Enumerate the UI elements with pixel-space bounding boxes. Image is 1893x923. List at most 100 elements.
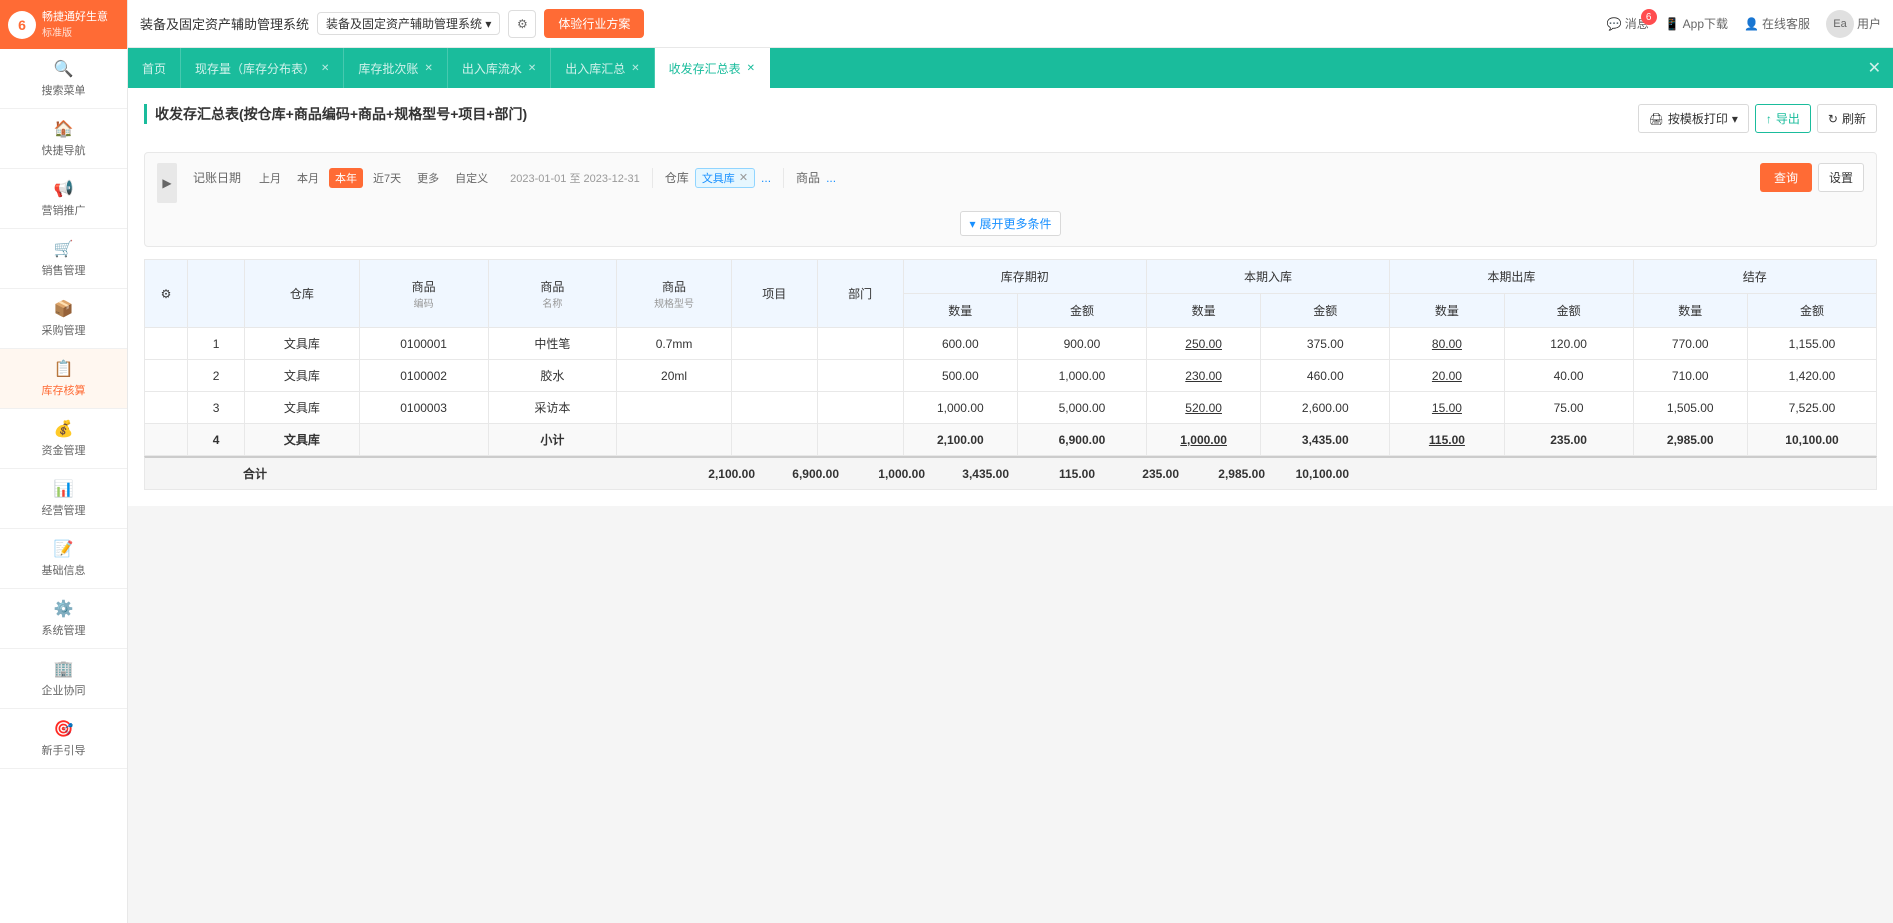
row-num-cell: 3 — [187, 392, 244, 424]
total-label: 合计 — [215, 465, 295, 482]
col-name-header: 商品名称 — [488, 260, 617, 328]
total-opening-amt: 6,900.00 — [755, 467, 845, 481]
sidebar-item-basic[interactable]: 📝 基础信息 — [0, 529, 127, 589]
row-out-qty-cell[interactable]: 15.00 — [1390, 392, 1505, 424]
row-balance-amt-cell: 7,525.00 — [1748, 392, 1877, 424]
date-filter-label: 记账日期 — [193, 169, 241, 186]
row-in-qty-cell[interactable]: 1,000.00 — [1146, 424, 1261, 456]
expand-more-button[interactable]: ▾ 展开更多条件 — [960, 211, 1060, 236]
row-balance-qty-cell: 2,985.00 — [1633, 424, 1748, 456]
tab-receipt-summary[interactable]: 收发存汇总表 ✕ — [655, 48, 770, 88]
basic-icon: 📝 — [54, 539, 74, 559]
row-name-cell: 中性笔 — [488, 328, 617, 360]
row-num-cell: 4 — [187, 424, 244, 456]
date-btn-7days[interactable]: 近7天 — [367, 168, 407, 188]
column-settings-button[interactable]: 设置 — [1818, 163, 1864, 192]
row-opening-qty-cell: 1,000.00 — [903, 392, 1018, 424]
col-out-qty-header: 数量 — [1390, 294, 1505, 328]
row-code-cell: 0100002 — [359, 360, 488, 392]
date-btn-custom[interactable]: 自定义 — [449, 168, 494, 188]
table-row: 3 文具库 0100003 采访本 1,000.00 5,000.00 520.… — [145, 392, 1877, 424]
sidebar-item-inventory[interactable]: 📋 库存核算 — [0, 349, 127, 409]
sidebar-item-system[interactable]: ⚙️ 系统管理 — [0, 589, 127, 649]
col-in-qty-header: 数量 — [1146, 294, 1261, 328]
warehouse-more[interactable]: ... — [761, 171, 771, 185]
print-template-button[interactable]: 🖨 按模板打印 ▾ — [1638, 104, 1749, 133]
goods-label: 商品 — [796, 169, 820, 186]
system-selector[interactable]: 装备及固定资产辅助管理系统 ▾ — [317, 12, 500, 35]
date-range: 2023-01-01 至 2023-12-31 — [510, 170, 640, 186]
sidebar-item-sales[interactable]: 🛒 销售管理 — [0, 229, 127, 289]
tab-flow[interactable]: 出入库流水 ✕ — [448, 48, 551, 88]
tab-summary[interactable]: 出入库汇总 ✕ — [551, 48, 654, 88]
tab-close-icon[interactable]: ✕ — [321, 63, 329, 74]
user-label: 用户 — [1857, 15, 1881, 32]
trial-button[interactable]: 体验行业方案 — [544, 9, 644, 38]
row-balance-amt-cell: 1,155.00 — [1748, 328, 1877, 360]
row-settings-cell — [145, 328, 188, 360]
page-content: 收发存汇总表(按仓库+商品编码+商品+规格型号+项目+部门) 🖨 按模板打印 ▾… — [128, 88, 1893, 506]
warehouse-value: 文具库 — [702, 170, 735, 186]
date-btn-this-year[interactable]: 本年 — [329, 168, 363, 188]
online-service-action[interactable]: 👤 在线客服 — [1744, 15, 1810, 32]
sidebar-item-guide[interactable]: 🎯 新手引导 — [0, 709, 127, 769]
purchase-icon: 📦 — [54, 299, 74, 319]
warehouse-tag: 文具库 ✕ — [695, 168, 755, 188]
row-in-qty-cell[interactable]: 520.00 — [1146, 392, 1261, 424]
goods-more[interactable]: ... — [826, 171, 836, 185]
tab-bar-close-button[interactable]: ✕ — [1856, 58, 1893, 78]
row-code-cell — [359, 424, 488, 456]
tab-close-icon[interactable]: ✕ — [631, 63, 639, 74]
row-out-qty-cell[interactable]: 20.00 — [1390, 360, 1505, 392]
sidebar-item-quick-nav[interactable]: 🏠 快捷导航 — [0, 109, 127, 169]
date-btn-more[interactable]: 更多 — [411, 168, 445, 188]
sidebar-item-business[interactable]: 📊 经营管理 — [0, 469, 127, 529]
row-code-cell: 0100003 — [359, 392, 488, 424]
header-left: 装备及固定资产辅助管理系统 装备及固定资产辅助管理系统 ▾ ⚙ 体验行业方案 — [140, 9, 644, 38]
app-download-action[interactable]: 📱 App下载 — [1665, 15, 1728, 32]
col-spec-header: 商品规格型号 — [617, 260, 732, 328]
header-right: 💬 消息 6 📱 App下载 👤 在线客服 Ea 用户 — [1607, 10, 1881, 38]
row-balance-qty-cell: 710.00 — [1633, 360, 1748, 392]
brand-sub: 标准版 — [42, 24, 108, 39]
row-dept-cell — [817, 328, 903, 360]
sidebar-item-marketing[interactable]: 📢 营销推广 — [0, 169, 127, 229]
row-in-qty-cell[interactable]: 230.00 — [1146, 360, 1261, 392]
col-num-header — [187, 260, 244, 328]
date-btn-this-month[interactable]: 本月 — [291, 168, 325, 188]
settings-gear-button[interactable]: ⚙ — [508, 10, 536, 38]
row-out-qty-cell[interactable]: 80.00 — [1390, 328, 1505, 360]
tab-close-icon[interactable]: ✕ — [747, 63, 755, 74]
export-button[interactable]: ↑ 导出 — [1755, 104, 1811, 133]
tab-home[interactable]: 首页 — [128, 48, 181, 88]
tab-close-icon[interactable]: ✕ — [424, 63, 432, 74]
filter-toggle-button[interactable]: ▶ — [157, 163, 177, 203]
refresh-button[interactable]: ↻ 刷新 — [1817, 104, 1877, 133]
tab-inventory-dist[interactable]: 现存量（库存分布表） ✕ — [181, 48, 344, 88]
data-table: ⚙ 仓库 商品编码 商品名称 商品规格型号 项目 部门 库存期初 本期入库 — [144, 259, 1877, 456]
sidebar-item-label: 销售管理 — [42, 262, 86, 278]
sidebar-item-enterprise[interactable]: 🏢 企业协同 — [0, 649, 127, 709]
table-row: 2 文具库 0100002 胶水 20ml 500.00 1,000.00 23… — [145, 360, 1877, 392]
message-action[interactable]: 💬 消息 6 — [1607, 15, 1649, 32]
tab-close-icon[interactable]: ✕ — [528, 63, 536, 74]
warehouse-tag-close[interactable]: ✕ — [739, 171, 748, 184]
query-button[interactable]: 查询 — [1760, 163, 1812, 192]
row-num-cell: 1 — [187, 328, 244, 360]
sidebar: 6 畅捷通好生意 标准版 🔍 搜索菜单 🏠 快捷导航 📢 营销推广 🛒 — [0, 0, 128, 923]
sidebar-item-purchase[interactable]: 📦 采购管理 — [0, 289, 127, 349]
sidebar-item-search[interactable]: 🔍 搜索菜单 — [0, 49, 127, 109]
col-opening-qty-header: 数量 — [903, 294, 1018, 328]
total-balance-qty: 2,985.00 — [1185, 467, 1265, 481]
date-btn-last-month[interactable]: 上月 — [253, 168, 287, 188]
row-in-qty-cell[interactable]: 250.00 — [1146, 328, 1261, 360]
filter-area: ▶ 记账日期 上月 本月 本年 近7天 更多 自定义 — [144, 152, 1877, 247]
sidebar-item-label: 采购管理 — [42, 322, 86, 338]
user-action[interactable]: Ea 用户 — [1826, 10, 1881, 38]
column-settings-icon[interactable]: ⚙ — [161, 287, 172, 301]
row-dept-cell — [817, 424, 903, 456]
tab-batch[interactable]: 库存批次账 ✕ — [344, 48, 447, 88]
export-icon: ↑ — [1766, 112, 1772, 126]
sidebar-item-finance[interactable]: 💰 资金管理 — [0, 409, 127, 469]
row-out-qty-cell[interactable]: 115.00 — [1390, 424, 1505, 456]
